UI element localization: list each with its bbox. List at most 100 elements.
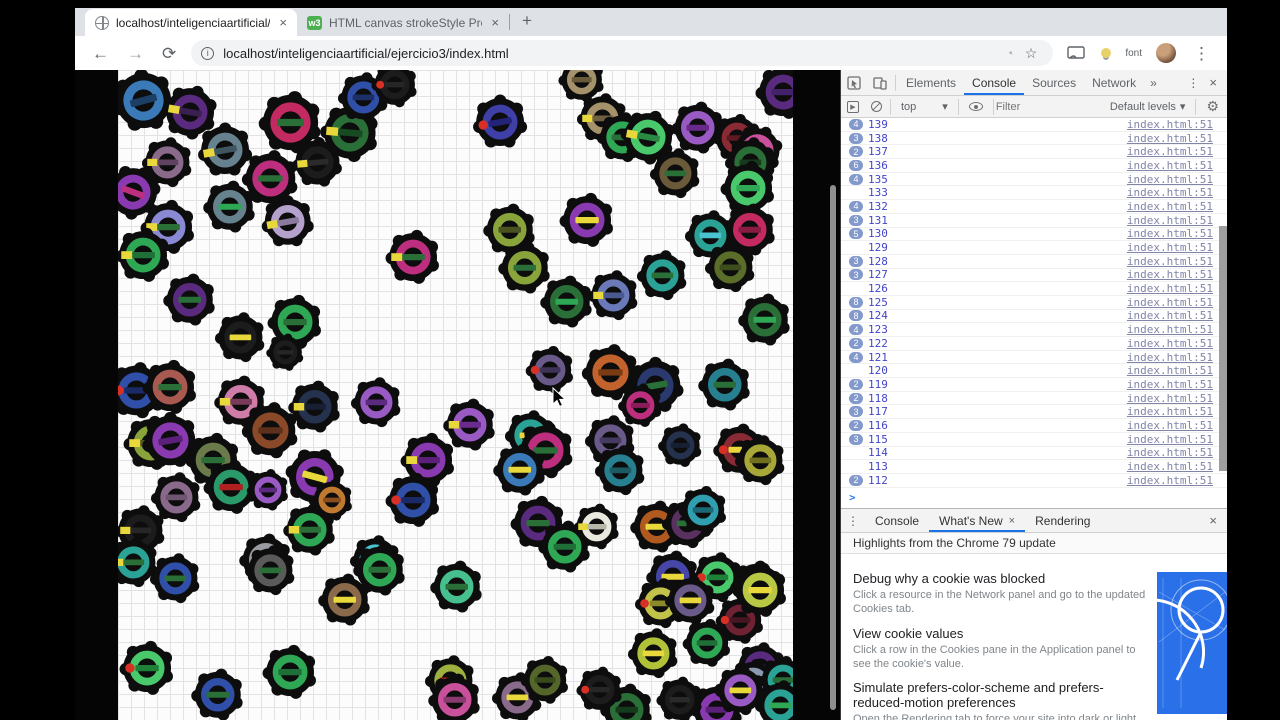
console-sidebar-icon[interactable]: ▶ bbox=[847, 100, 859, 113]
url-bar[interactable]: i localhost/inteligenciaartificial/ejerc… bbox=[191, 40, 1054, 66]
console-row[interactable]: 3 127 index.html:51 bbox=[841, 268, 1227, 283]
console-row[interactable]: 4 123 index.html:51 bbox=[841, 323, 1227, 337]
console-row[interactable]: 2 137 index.html:51 bbox=[841, 145, 1227, 160]
console-row[interactable]: 113 index.html:51 bbox=[841, 460, 1227, 474]
console-log[interactable]: 4 139 index.html:51 3 138 index.html:51 2 137 in… bbox=[841, 118, 1227, 508]
devtools-close-icon[interactable]: × bbox=[1205, 75, 1227, 90]
tab-console[interactable]: Console bbox=[964, 70, 1024, 95]
source-link[interactable]: index.html:51 bbox=[1127, 474, 1213, 487]
console-row[interactable]: 4 132 index.html:51 bbox=[841, 200, 1227, 214]
source-link[interactable]: index.html:51 bbox=[1127, 282, 1213, 295]
whats-new-section-title[interactable]: Simulate prefers-color-scheme and prefer… bbox=[853, 680, 1153, 710]
console-row[interactable]: 2 118 index.html:51 bbox=[841, 392, 1227, 406]
whats-new-section-title[interactable]: View cookie values bbox=[853, 626, 1153, 641]
console-row[interactable]: 4 139 index.html:51 bbox=[841, 118, 1227, 132]
tab-elements[interactable]: Elements bbox=[898, 70, 964, 95]
console-filter-input[interactable] bbox=[995, 100, 1106, 113]
drawer-tab-console[interactable]: Console bbox=[865, 509, 929, 532]
forward-icon[interactable]: → bbox=[118, 45, 153, 62]
inspect-element-icon[interactable] bbox=[841, 75, 867, 90]
tab-close-icon[interactable]: × bbox=[489, 15, 501, 30]
new-tab-button[interactable]: + bbox=[522, 11, 532, 31]
source-link[interactable]: index.html:51 bbox=[1127, 446, 1213, 459]
url-text[interactable]: localhost/inteligenciaartificial/ejercic… bbox=[223, 46, 1003, 61]
console-row[interactable]: 3 138 index.html:51 bbox=[841, 132, 1227, 146]
console-row[interactable]: 2 116 index.html:51 bbox=[841, 419, 1227, 433]
source-link[interactable]: index.html:51 bbox=[1127, 460, 1213, 473]
source-link[interactable]: index.html:51 bbox=[1127, 227, 1213, 240]
drawer-menu-icon[interactable]: ⋮ bbox=[841, 514, 865, 528]
execution-context-selector[interactable]: top ▾ bbox=[893, 100, 956, 114]
source-link[interactable]: index.html:51 bbox=[1127, 241, 1213, 254]
console-row[interactable]: 3 131 index.html:51 bbox=[841, 214, 1227, 228]
source-link[interactable]: index.html:51 bbox=[1127, 159, 1213, 172]
browser-menu-icon[interactable]: ⋮ bbox=[1184, 45, 1219, 62]
reload-icon[interactable]: ⟳ bbox=[153, 45, 185, 62]
source-link[interactable]: index.html:51 bbox=[1127, 405, 1213, 418]
console-row[interactable]: 2 122 index.html:51 bbox=[841, 337, 1227, 351]
page-info-icon[interactable]: i bbox=[201, 46, 215, 60]
source-link[interactable]: index.html:51 bbox=[1127, 132, 1213, 145]
font-extension-icon[interactable]: font bbox=[1119, 48, 1148, 59]
console-row[interactable]: 3 128 index.html:51 bbox=[841, 255, 1227, 269]
console-row[interactable]: 126 index.html:51 bbox=[841, 282, 1227, 296]
console-scrollbar[interactable] bbox=[1219, 226, 1227, 471]
zoom-icon[interactable] bbox=[1003, 45, 1019, 61]
source-link[interactable]: index.html:51 bbox=[1127, 268, 1213, 281]
source-link[interactable]: index.html:51 bbox=[1127, 296, 1213, 309]
console-row[interactable]: 3 117 index.html:51 bbox=[841, 405, 1227, 420]
console-row[interactable]: 6 136 index.html:51 bbox=[841, 159, 1227, 173]
source-link[interactable]: index.html:51 bbox=[1127, 186, 1213, 199]
profile-avatar[interactable] bbox=[1156, 43, 1176, 63]
whats-new-section-title[interactable]: Debug why a cookie was blocked bbox=[853, 571, 1153, 586]
drawer-close-icon[interactable]: × bbox=[1205, 513, 1227, 528]
source-link[interactable]: index.html:51 bbox=[1127, 173, 1213, 186]
source-link[interactable]: index.html:51 bbox=[1127, 364, 1213, 377]
chrome-79-promo-image[interactable] bbox=[1157, 572, 1227, 714]
tab-network[interactable]: Network bbox=[1084, 70, 1144, 95]
clear-console-icon[interactable] bbox=[871, 101, 882, 112]
source-link[interactable]: index.html:51 bbox=[1127, 433, 1213, 446]
page-scrollbar[interactable] bbox=[830, 185, 836, 710]
console-row[interactable]: 8 124 index.html:51 bbox=[841, 309, 1227, 324]
source-link[interactable]: index.html:51 bbox=[1127, 145, 1213, 158]
drawer-tab-whats-new[interactable]: What's New × bbox=[929, 509, 1025, 532]
source-link[interactable]: index.html:51 bbox=[1127, 118, 1213, 131]
tab-close-icon[interactable]: × bbox=[277, 15, 289, 30]
console-row[interactable]: 5 130 index.html:51 bbox=[841, 227, 1227, 242]
source-link[interactable]: index.html:51 bbox=[1127, 255, 1213, 268]
source-link[interactable]: index.html:51 bbox=[1127, 351, 1213, 364]
simulation-canvas[interactable] bbox=[118, 70, 793, 720]
console-prompt-icon[interactable]: > bbox=[841, 488, 1227, 507]
console-row[interactable]: 133 index.html:51 bbox=[841, 186, 1227, 201]
tab-localhost[interactable]: localhost/inteligenciaartificial/e × bbox=[85, 9, 297, 36]
console-row[interactable]: 4 135 index.html:51 bbox=[841, 173, 1227, 187]
device-toolbar-icon[interactable] bbox=[867, 76, 893, 90]
console-row[interactable]: 114 index.html:51 bbox=[841, 446, 1227, 461]
source-link[interactable]: index.html:51 bbox=[1127, 337, 1213, 350]
source-link[interactable]: index.html:51 bbox=[1127, 419, 1213, 432]
console-row[interactable]: 120 index.html:51 bbox=[841, 364, 1227, 379]
tab-w3schools[interactable]: w3 HTML canvas strokeStyle Prop × bbox=[297, 9, 509, 36]
source-link[interactable]: index.html:51 bbox=[1127, 309, 1213, 322]
bookmark-star-icon[interactable]: ☆ bbox=[1019, 45, 1044, 62]
console-settings-gear-icon[interactable]: ⚙ bbox=[1198, 98, 1227, 115]
log-levels-dropdown[interactable]: Default levels ▾ bbox=[1110, 100, 1194, 114]
console-row[interactable]: 8 125 index.html:51 bbox=[841, 296, 1227, 310]
console-row[interactable]: 4 121 index.html:51 bbox=[841, 351, 1227, 365]
console-row[interactable]: 2 112 index.html:51 bbox=[841, 474, 1227, 488]
console-row[interactable]: 3 115 index.html:51 bbox=[841, 433, 1227, 447]
extension-lightbulb-icon[interactable] bbox=[1101, 48, 1112, 58]
back-icon[interactable]: ← bbox=[83, 45, 118, 62]
live-expression-eye-icon[interactable] bbox=[968, 102, 983, 111]
source-link[interactable]: index.html:51 bbox=[1127, 378, 1213, 391]
source-link[interactable]: index.html:51 bbox=[1127, 200, 1213, 213]
console-row[interactable]: 129 index.html:51 bbox=[841, 241, 1227, 255]
devtools-menu-icon[interactable]: ⋮ bbox=[1181, 76, 1205, 90]
cast-icon[interactable] bbox=[1067, 46, 1086, 60]
drawer-tab-close-icon[interactable]: × bbox=[1009, 515, 1015, 527]
source-link[interactable]: index.html:51 bbox=[1127, 392, 1213, 405]
source-link[interactable]: index.html:51 bbox=[1127, 214, 1213, 227]
more-panels-icon[interactable]: » bbox=[1144, 76, 1163, 90]
tab-sources[interactable]: Sources bbox=[1024, 70, 1084, 95]
